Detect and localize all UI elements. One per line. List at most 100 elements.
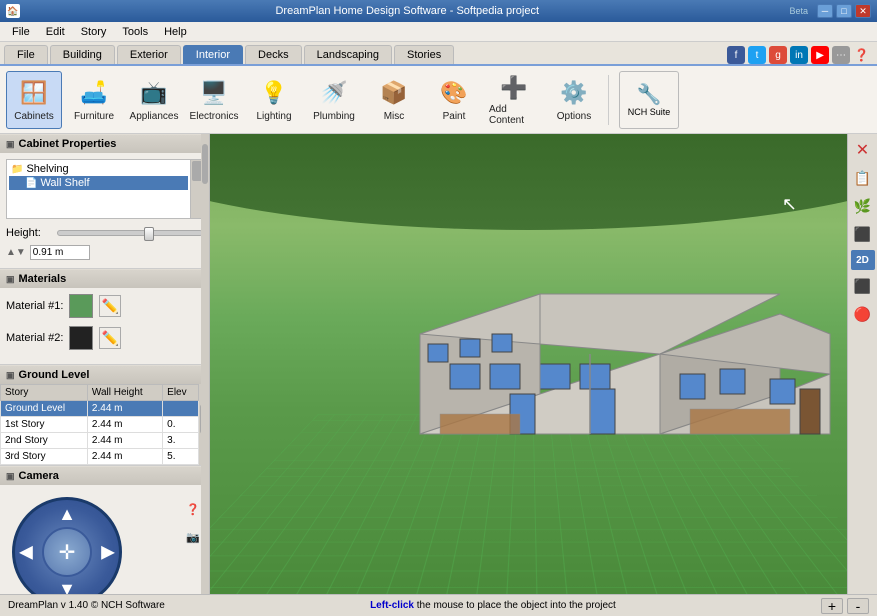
right-btn-2d[interactable]: 2D (851, 250, 875, 270)
tool-paint[interactable]: 🎨 Paint (426, 71, 482, 129)
tool-add-content[interactable]: ➕ Add Content (486, 71, 542, 129)
help-icon[interactable]: ❓ (854, 48, 869, 62)
status-message: Left-click the mouse to place the object… (165, 600, 821, 611)
cabinet-properties-header[interactable]: ▣ Cabinet Properties (0, 134, 209, 153)
right-btn-layers[interactable]: 🌿 (851, 194, 875, 218)
window-title: DreamPlan Home Design Software - Softped… (25, 5, 789, 17)
height-slider[interactable] (57, 230, 203, 236)
status-zoom-out-button[interactable]: - (847, 598, 869, 614)
menu-help[interactable]: Help (156, 22, 195, 41)
ground-level-content: Story Wall Height Elev Ground Level 2.44… (0, 384, 209, 465)
status-zoom-in-button[interactable]: + (821, 598, 843, 614)
furniture-icon: 🛋️ (78, 77, 110, 109)
status-text: DreamPlan v 1.40 © NCH Software (8, 600, 165, 611)
tabbar: File Building Exterior Interior Decks La… (0, 42, 877, 66)
toolbar: 🪟 Cabinets 🛋️ Furniture 📺 Appliances 🖥️ … (0, 66, 877, 134)
viewport[interactable]: ↖ (210, 134, 847, 594)
table-row[interactable]: 3rd Story 2.44 m 5. (1, 449, 199, 465)
ground-level-section: ▣ Ground Level Story Wall Height Elev (0, 365, 209, 466)
cabinet-properties-content: 📁 Shelving 📄 Wall Shelf (0, 153, 209, 268)
cabinet-properties-section: ▣ Cabinet Properties 📁 Shelving 📄 Wal (0, 134, 209, 269)
material2-row: Material #2: ✏️ (6, 326, 203, 350)
nch-icon: 🔧 (637, 82, 662, 107)
material2-swatch[interactable] (69, 326, 93, 350)
camera-section: ▣ Camera ▲ ▼ ◀ ▶ ✛ (0, 466, 209, 594)
tab-building[interactable]: Building (50, 45, 115, 64)
camera-up-button[interactable]: ▲ (58, 504, 76, 525)
panel-scroll[interactable]: ▣ Cabinet Properties 📁 Shelving 📄 Wal (0, 134, 209, 594)
close-button[interactable]: ✕ (855, 4, 871, 18)
lighting-icon: 💡 (258, 77, 290, 109)
right-btn-floor[interactable]: ⬛ (851, 222, 875, 246)
camera-content: ▲ ▼ ◀ ▶ ✛ ❓ 📷 (0, 485, 209, 594)
tool-plumbing[interactable]: 🚿 Plumbing (306, 71, 362, 129)
menu-edit[interactable]: Edit (38, 22, 73, 41)
col-wall-height: Wall Height (87, 385, 162, 401)
tool-misc[interactable]: 📦 Misc (366, 71, 422, 129)
google-plus-icon[interactable]: g (769, 46, 787, 64)
panel-scrollbar[interactable] (201, 134, 209, 594)
material1-swatch[interactable] (69, 294, 93, 318)
menu-tools[interactable]: Tools (114, 22, 156, 41)
minimize-button[interactable]: ─ (817, 4, 833, 18)
col-elev: Elev (163, 385, 199, 401)
tool-appliances[interactable]: 📺 Appliances (126, 71, 182, 129)
tool-lighting[interactable]: 💡 Lighting (246, 71, 302, 129)
version-label: DreamPlan v 1.40 © NCH Software (8, 600, 165, 611)
tab-file[interactable]: File (4, 45, 48, 64)
tree-item-wall-shelf[interactable]: 📄 Wall Shelf (9, 176, 188, 190)
tool-options[interactable]: ⚙️ Options (546, 71, 602, 129)
toolbar-separator (608, 75, 609, 125)
misc-icon: 📦 (378, 77, 410, 109)
table-row[interactable]: 2nd Story 2.44 m 3. (1, 433, 199, 449)
options-icon: ⚙️ (558, 77, 590, 109)
twitter-icon[interactable]: t (748, 46, 766, 64)
tool-cabinets[interactable]: 🪟 Cabinets (6, 71, 62, 129)
table-row[interactable]: Ground Level 2.44 m (1, 401, 199, 417)
camera-header[interactable]: ▣ Camera (0, 466, 209, 485)
house-svg (410, 234, 840, 514)
right-btn-arrow[interactable]: ✕ (851, 138, 875, 162)
tab-decks[interactable]: Decks (245, 45, 302, 64)
camera-down-button[interactable]: ▼ (58, 579, 76, 594)
table-row[interactable]: 1st Story 2.44 m 0. (1, 417, 199, 433)
menu-file[interactable]: File (4, 22, 38, 41)
tab-stories[interactable]: Stories (394, 45, 454, 64)
nch-suite-button[interactable]: 🔧 NCH Suite (619, 71, 679, 129)
right-btn-layers2[interactable]: ⬛ (851, 274, 875, 298)
collapse-icon: ▣ (6, 139, 15, 150)
menu-story[interactable]: Story (73, 22, 115, 41)
tab-interior[interactable]: Interior (183, 45, 243, 64)
height-property: Height: (6, 227, 203, 239)
cursor-icon: ↖ (782, 194, 797, 215)
paint-icon: 🎨 (438, 77, 470, 109)
height-input[interactable] (30, 245, 90, 260)
facebook-icon[interactable]: f (727, 46, 745, 64)
youtube-icon[interactable]: ▶ (811, 46, 829, 64)
tool-furniture[interactable]: 🛋️ Furniture (66, 71, 122, 129)
compass-outer: ▲ ▼ ◀ ▶ ✛ (12, 497, 122, 594)
material1-edit-button[interactable]: ✏️ (99, 295, 121, 317)
camera-right-button[interactable]: ▶ (101, 542, 115, 563)
titlebar: 🏠 DreamPlan Home Design Software - Softp… (0, 0, 877, 22)
social-icons: f t g in ▶ ⋯ (727, 46, 850, 64)
height-value-row: ▲▼ (6, 245, 203, 260)
tab-landscaping[interactable]: Landscaping (304, 45, 392, 64)
viewport-canvas: ↖ (210, 134, 847, 594)
tab-exterior[interactable]: Exterior (117, 45, 181, 64)
main-area: ▣ Cabinet Properties 📁 Shelving 📄 Wal (0, 134, 877, 594)
statusbar: DreamPlan v 1.40 © NCH Software Left-cli… (0, 594, 877, 616)
camera-left-button[interactable]: ◀ (19, 542, 33, 563)
materials-header[interactable]: ▣ Materials (0, 269, 209, 288)
materials-collapse-icon: ▣ (6, 274, 15, 285)
more-icon[interactable]: ⋯ (832, 46, 850, 64)
linkedin-icon[interactable]: in (790, 46, 808, 64)
right-btn-clipboard[interactable]: 📋 (851, 166, 875, 190)
maximize-button[interactable]: □ (836, 4, 852, 18)
camera-center-button[interactable]: ✛ (42, 527, 92, 577)
ground-level-header[interactable]: ▣ Ground Level (0, 365, 209, 384)
material2-edit-button[interactable]: ✏️ (99, 327, 121, 349)
tool-electronics[interactable]: 🖥️ Electronics (186, 71, 242, 129)
tree-item-shelving[interactable]: 📁 Shelving (9, 162, 188, 176)
right-btn-warning[interactable]: 🔴 (851, 302, 875, 326)
